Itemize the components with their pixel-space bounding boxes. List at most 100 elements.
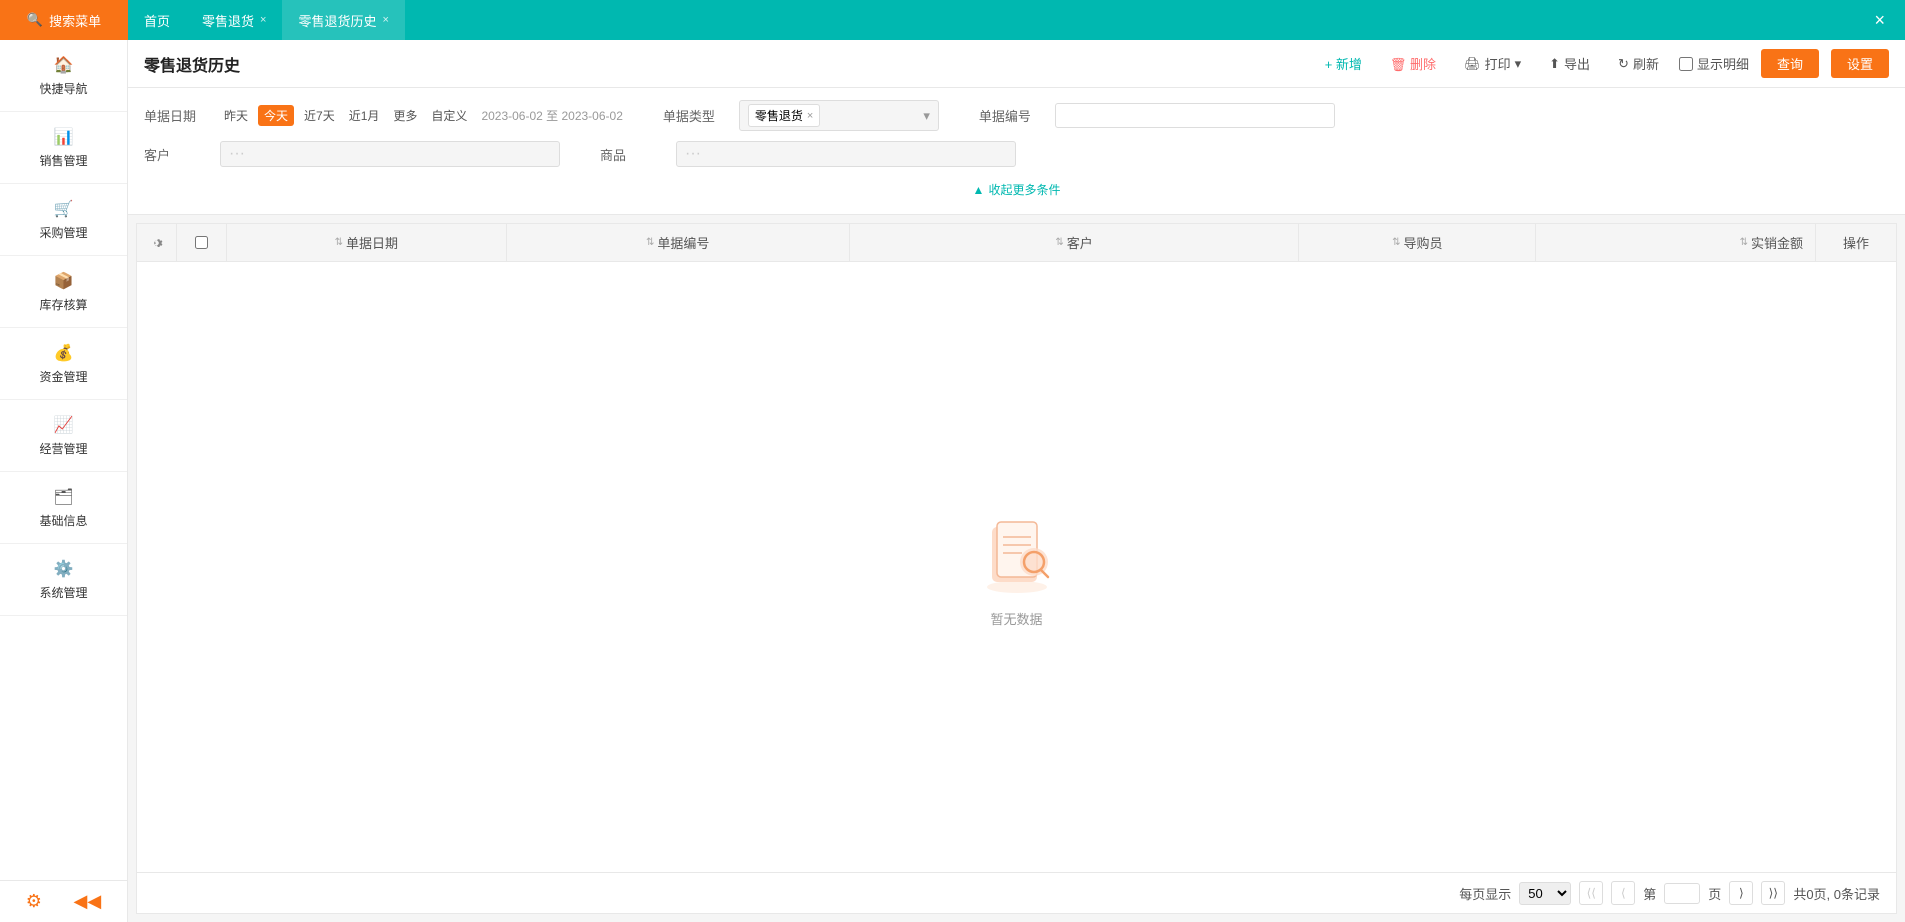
system-mgmt-icon: ⚙️	[53, 558, 75, 580]
th-customer[interactable]: ⇅ 客户	[850, 224, 1299, 261]
th-date[interactable]: ⇅ 单据日期	[227, 224, 507, 261]
date-shortcut-last7[interactable]: 近7天	[300, 106, 339, 125]
last-page-btn[interactable]: ⟩⟩	[1761, 881, 1785, 905]
sidebar-item-sales-mgmt[interactable]: 📊 销售管理	[0, 112, 127, 184]
tab-retail-return[interactable]: 零售退货 ×	[186, 0, 282, 40]
th-doc-no[interactable]: ⇅ 单据编号	[507, 224, 850, 261]
table-header: ⇅ 单据日期 ⇅ 单据编号 ⇅ 客户 ⇅ 导购员 ⇅ 实销金额	[137, 224, 1896, 262]
operations-icon: 📈	[53, 414, 75, 436]
search-menu-btn[interactable]: 🔍 搜索菜单	[0, 0, 128, 40]
pagination-bar: 每页显示 10 20 50 100 ⟨⟨ ⟨ 第 1 页 ⟩ ⟩⟩ 共0页, 0…	[137, 872, 1896, 913]
sidebar-item-operations-label: 经营管理	[39, 440, 87, 457]
total-text: 共0页, 0条记录	[1793, 884, 1880, 903]
date-shortcut-today[interactable]: 今天	[258, 105, 294, 126]
customer-filter[interactable]: ···	[220, 141, 560, 167]
goods-ellipsis: ···	[685, 145, 701, 163]
search-menu-label: 搜索菜单	[49, 11, 101, 30]
date-shortcut-last1m[interactable]: 近1月	[345, 106, 384, 125]
sidebar-item-quick-nav[interactable]: 🏠 快捷导航	[0, 40, 127, 112]
doc-number-input[interactable]	[1055, 103, 1335, 128]
next-page-btn[interactable]: ⟩	[1729, 881, 1753, 905]
date-filter-label: 单据日期	[144, 106, 204, 125]
doc-type-filter[interactable]: 零售退货 × ▾	[739, 100, 939, 131]
goods-filter[interactable]: ···	[676, 141, 1016, 167]
table-body: 暂无数据	[137, 262, 1896, 872]
tab-home[interactable]: 首页	[128, 0, 186, 40]
page-word: 第	[1643, 884, 1656, 903]
sidebar-item-basic-info[interactable]: 🗂 基础信息	[0, 472, 127, 544]
page-number-input[interactable]: 1	[1664, 883, 1700, 904]
date-shortcuts: 昨天 今天 近7天 近1月 更多 自定义 2023-06-02 至 2023-0…	[220, 105, 623, 126]
setting-button[interactable]: 设置	[1831, 49, 1889, 78]
date-shortcut-more[interactable]: 更多	[389, 106, 421, 125]
page-label: 页	[1708, 884, 1721, 903]
prev-page-btn[interactable]: ⟨	[1611, 881, 1635, 905]
table-area: ⇅ 单据日期 ⇅ 单据编号 ⇅ 客户 ⇅ 导购员 ⇅ 实销金额	[136, 223, 1897, 914]
sidebar-item-purchase-mgmt[interactable]: 🛒 采购管理	[0, 184, 127, 256]
empty-illustration	[972, 507, 1062, 597]
filter-row-customer: 客户 ··· 商品 ···	[144, 141, 1889, 167]
doc-type-dropdown-icon[interactable]: ▾	[923, 108, 930, 124]
tab-bar: 首页 零售退货 × 零售退货历史 ×	[128, 0, 1866, 40]
date-shortcut-yesterday[interactable]: 昨天	[220, 106, 252, 125]
query-button[interactable]: 查询	[1761, 49, 1819, 78]
page-title: 零售退货历史	[144, 52, 240, 76]
show-detail-text: 显示明细	[1697, 54, 1749, 73]
header-actions: + 新增 🗑 删除 🖨 打印 ▾ ⬆ 导出 ↻ 刷新 显示明细	[1317, 49, 1889, 78]
tab-retail-return-history-label: 零售退货历史	[298, 11, 376, 30]
sidebar-item-system-mgmt-label: 系统管理	[39, 584, 87, 601]
th-action-label: 操作	[1843, 233, 1869, 252]
th-action: 操作	[1816, 224, 1896, 261]
th-checkbox[interactable]	[177, 224, 227, 261]
tab-retail-return-history-close[interactable]: ×	[382, 14, 388, 26]
collapse-btn[interactable]: ▲ 收起更多条件	[961, 177, 1073, 202]
sidebar-item-system-mgmt[interactable]: ⚙️ 系统管理	[0, 544, 127, 616]
finance-icon: 💰	[53, 342, 75, 364]
date-sort-icon: ⇅	[335, 237, 343, 248]
customer-filter-label: 客户	[144, 145, 204, 164]
th-amount[interactable]: ⇅ 实销金额	[1536, 224, 1816, 261]
tab-retail-return-history[interactable]: 零售退货历史 ×	[282, 0, 404, 40]
refresh-button[interactable]: ↻ 刷新	[1610, 50, 1667, 77]
main-layout: 🏠 快捷导航 📊 销售管理 🛒 采购管理 📦 库存核算 💰 资金管理 📈 经营管…	[0, 40, 1905, 922]
sidebar-item-finance[interactable]: 💰 资金管理	[0, 328, 127, 400]
show-detail-label[interactable]: 显示明细	[1679, 54, 1749, 73]
sales-icon: 📊	[53, 126, 75, 148]
sidebar-item-finance-label: 资金管理	[39, 368, 87, 385]
sidebar-item-inventory-label: 库存核算	[39, 296, 87, 313]
doc-type-label: 单据类型	[663, 106, 723, 125]
purchase-icon: 🛒	[53, 198, 75, 220]
doc-type-tag-close[interactable]: ×	[807, 110, 813, 122]
date-shortcut-custom[interactable]: 自定义	[427, 106, 471, 125]
tab-home-label: 首页	[144, 11, 170, 30]
customer-ellipsis: ···	[229, 145, 245, 163]
sidebar-item-inventory[interactable]: 📦 库存核算	[0, 256, 127, 328]
new-button[interactable]: + 新增	[1317, 50, 1370, 77]
sidebar-item-basic-info-label: 基础信息	[39, 512, 87, 529]
first-page-btn[interactable]: ⟨⟨	[1579, 881, 1603, 905]
sidebar-bottom: ⚙ ◀◀	[0, 880, 127, 922]
select-all-checkbox[interactable]	[195, 236, 208, 249]
th-settings[interactable]	[137, 224, 177, 261]
sidebar-item-quick-nav-label: 快捷导航	[39, 80, 87, 97]
sidebar-item-operations[interactable]: 📈 经营管理	[0, 400, 127, 472]
audio-icon[interactable]: ◀◀	[74, 891, 102, 912]
refresh-icon: ↻	[1618, 56, 1629, 72]
print-button[interactable]: 🖨 打印 ▾	[1456, 50, 1529, 77]
page-size-select[interactable]: 10 20 50 100	[1519, 882, 1571, 905]
top-right-actions: ×	[1866, 10, 1905, 31]
print-icon: 🖨	[1464, 56, 1481, 72]
sidebar-item-sales-mgmt-label: 销售管理	[39, 152, 87, 169]
empty-state: 暂无数据	[972, 507, 1062, 628]
empty-text: 暂无数据	[990, 609, 1042, 628]
app-close-btn[interactable]: ×	[1866, 10, 1893, 31]
print-label: 打印	[1485, 54, 1511, 73]
export-button[interactable]: ⬆ 导出	[1541, 50, 1598, 77]
doc-sort-icon: ⇅	[646, 237, 654, 248]
settings-gear-icon[interactable]: ⚙	[26, 891, 42, 912]
delete-button[interactable]: 🗑 删除	[1382, 50, 1444, 77]
tab-retail-return-close[interactable]: ×	[260, 14, 266, 26]
guide-sort-icon: ⇅	[1392, 237, 1400, 248]
th-guide[interactable]: ⇅ 导购员	[1299, 224, 1536, 261]
show-detail-checkbox[interactable]	[1679, 57, 1693, 71]
